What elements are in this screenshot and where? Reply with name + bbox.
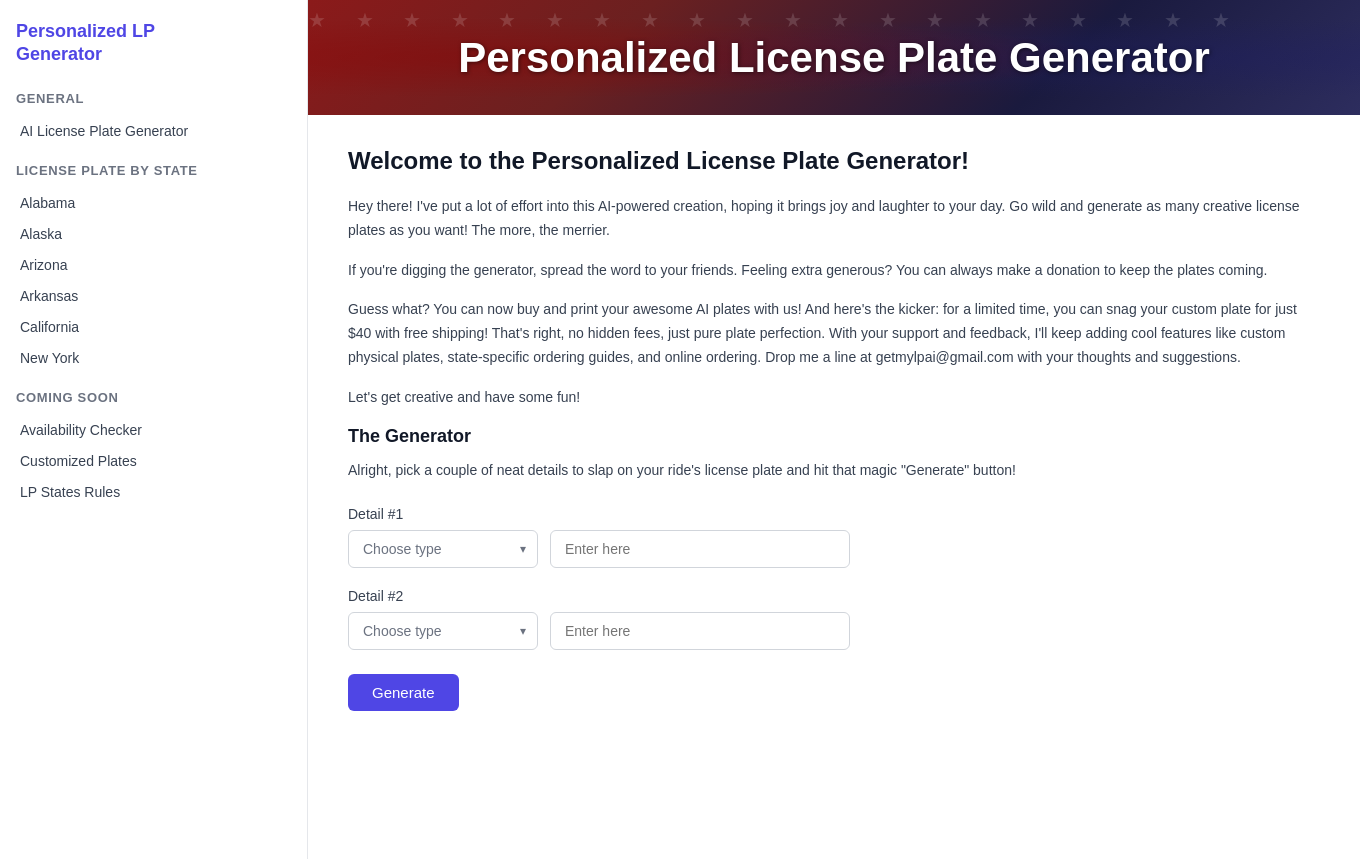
sidebar-item-alabama[interactable]: Alabama (16, 188, 291, 219)
sidebar-item-alaska[interactable]: Alaska (16, 219, 291, 250)
sidebar-item-customized-plates[interactable]: Customized Plates (16, 446, 291, 477)
sidebar: Personalized LP Generator General AI Lic… (0, 0, 308, 859)
sidebar-item-california[interactable]: California (16, 312, 291, 343)
sidebar-logo: Personalized LP Generator (16, 20, 291, 67)
sidebar-item-arkansas[interactable]: Arkansas (16, 281, 291, 312)
content-area: Welcome to the Personalized License Plat… (308, 115, 1360, 859)
detail2-text-input[interactable] (550, 612, 850, 650)
sidebar-item-new-york[interactable]: New York (16, 343, 291, 374)
generator-description: Alright, pick a couple of neat details t… (348, 459, 1320, 483)
sidebar-section-coming-soon: Coming soon (16, 390, 291, 405)
detail1-select-wrapper: Choose type Name Word Phrase Number ▾ (348, 530, 538, 568)
detail2-select-wrapper: Choose type Name Word Phrase Number ▾ (348, 612, 538, 650)
detail1-label: Detail #1 (348, 506, 1320, 522)
detail1-type-select[interactable]: Choose type Name Word Phrase Number (348, 530, 538, 568)
page-heading: Welcome to the Personalized License Plat… (348, 147, 1320, 175)
sidebar-section-general: General (16, 91, 291, 106)
hero-title: Personalized License Plate Generator (458, 34, 1210, 82)
main-content: Personalized License Plate Generator Wel… (308, 0, 1360, 859)
generate-button[interactable]: Generate (348, 674, 459, 711)
sidebar-section-license-plate-by-state: License Plate By State (16, 163, 291, 178)
intro-paragraph-1: Hey there! I've put a lot of effort into… (348, 195, 1320, 243)
detail2-type-select[interactable]: Choose type Name Word Phrase Number (348, 612, 538, 650)
detail2-row: Choose type Name Word Phrase Number ▾ (348, 612, 1320, 650)
intro-paragraph-2: If you're digging the generator, spread … (348, 259, 1320, 283)
intro-paragraph-4: Let's get creative and have some fun! (348, 386, 1320, 410)
sidebar-item-lp-states-rules[interactable]: LP States Rules (16, 477, 291, 508)
sidebar-item-availability-checker[interactable]: Availability Checker (16, 415, 291, 446)
intro-paragraph-3: Guess what? You can now buy and print yo… (348, 298, 1320, 369)
generator-section-heading: The Generator (348, 426, 1320, 447)
detail1-text-input[interactable] (550, 530, 850, 568)
sidebar-item-arizona[interactable]: Arizona (16, 250, 291, 281)
detail1-row: Choose type Name Word Phrase Number ▾ (348, 530, 1320, 568)
detail2-label: Detail #2 (348, 588, 1320, 604)
hero-banner: Personalized License Plate Generator (308, 0, 1360, 115)
sidebar-item-ai-license-plate-generator[interactable]: AI License Plate Generator (16, 116, 291, 147)
